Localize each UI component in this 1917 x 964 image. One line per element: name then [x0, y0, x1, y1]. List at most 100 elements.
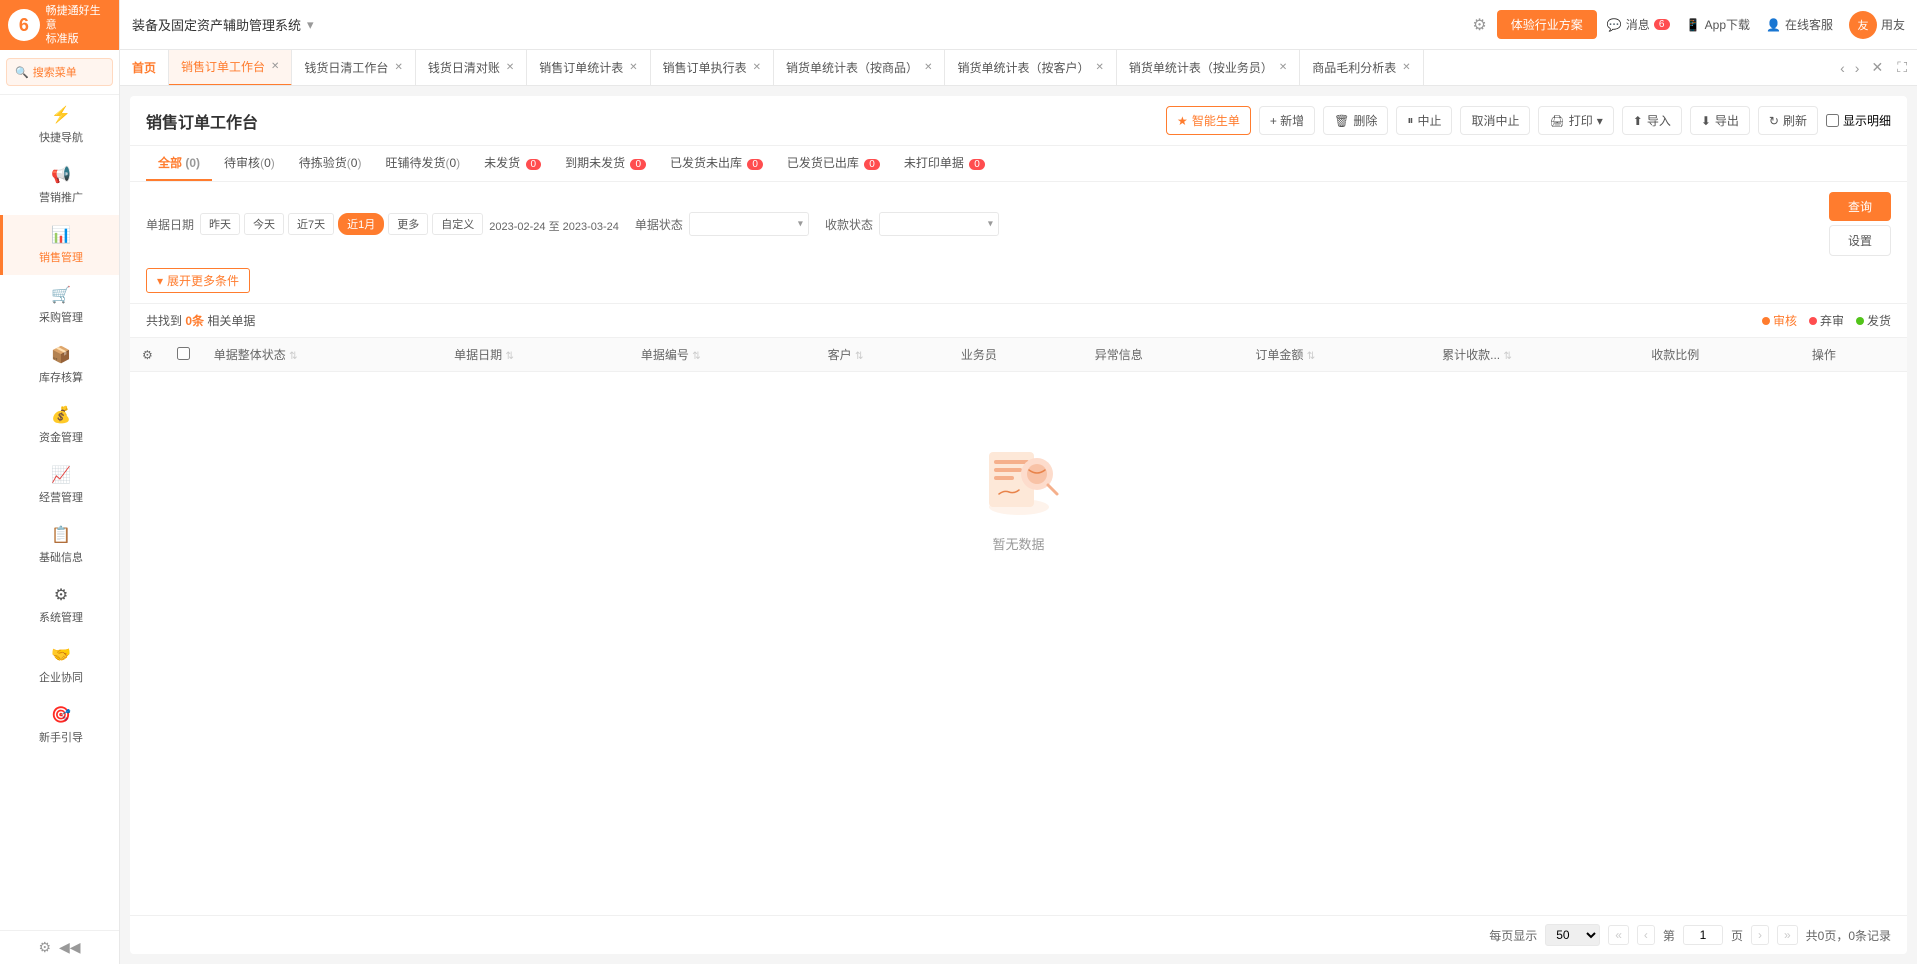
filter-tab-shipped-out[interactable]: 已发货已出库 0 [775, 146, 892, 181]
online-service-btn[interactable]: 👤 在线客服 [1766, 16, 1833, 33]
print-btn[interactable]: 🖨 打印 ▾ [1538, 106, 1613, 135]
date-btn-more[interactable]: 更多 [388, 213, 428, 235]
last-page-btn[interactable]: » [1777, 925, 1798, 945]
tab-cash-daily[interactable]: 钱货日清工作台 ✕ [292, 50, 415, 86]
filter-tab-all[interactable]: 全部 (0) [146, 146, 212, 181]
tab-sales-summary-customer[interactable]: 销货单统计表（按客户） ✕ [945, 50, 1116, 86]
tab-cash-reconcile[interactable]: 钱货日清对账 ✕ [416, 50, 527, 86]
page-input[interactable] [1683, 925, 1723, 945]
col-status-header[interactable]: 单据整体状态 [202, 338, 442, 372]
filter-tab-pending-review[interactable]: 待审核(0) [212, 146, 287, 181]
tab-sales-summary-product-close[interactable]: ✕ [924, 62, 932, 73]
tab-sales-stats[interactable]: 销售订单统计表 ✕ [527, 50, 650, 86]
marketing-icon: 📢 [51, 165, 71, 185]
suspend-btn[interactable]: ⏸ 中止 [1396, 106, 1452, 135]
system-dropdown-btn[interactable]: ▾ [307, 17, 314, 33]
sidebar-item-finance[interactable]: 💰 资金管理 [0, 395, 119, 455]
date-btn-7days[interactable]: 近7天 [288, 213, 334, 235]
col-config[interactable]: ⚙ [130, 338, 165, 372]
add-btn[interactable]: + 新增 [1259, 106, 1315, 135]
status-select[interactable] [689, 212, 809, 236]
message-btn[interactable]: 💬 消息 6 [1607, 16, 1670, 33]
tab-sales-summary-staff-close[interactable]: ✕ [1279, 62, 1287, 73]
smart-create-btn[interactable]: ★ 智能生单 [1166, 106, 1251, 135]
filter-tab-pending-check[interactable]: 待拣验货(0) [287, 146, 374, 181]
tab-home[interactable]: 首页 [120, 50, 169, 86]
date-btn-today[interactable]: 今天 [244, 213, 284, 235]
import-btn[interactable]: ⬆ 导入 [1622, 106, 1682, 135]
col-date-header[interactable]: 单据日期 [442, 338, 629, 372]
payment-select[interactable] [879, 212, 999, 236]
sidebar-item-enterprise[interactable]: 🤝 企业协同 [0, 635, 119, 695]
sidebar-settings-btn[interactable]: ⚙ [38, 939, 51, 956]
sidebar-item-quick-nav[interactable]: ⚡ 快捷导航 [0, 95, 119, 155]
filter-tab-not-shipped[interactable]: 未发货 0 [472, 146, 553, 181]
date-btn-custom[interactable]: 自定义 [432, 213, 483, 235]
date-btn-1month[interactable]: 近1月 [338, 213, 384, 235]
tab-sales-summary-customer-close[interactable]: ✕ [1095, 62, 1103, 73]
sidebar-item-guide[interactable]: 🎯 新手引导 [0, 695, 119, 755]
sidebar-item-purchase[interactable]: 🛒 采购管理 [0, 275, 119, 335]
show-detail-checkbox[interactable] [1826, 114, 1839, 127]
tab-sales-exec[interactable]: 销售订单执行表 ✕ [651, 50, 774, 86]
table-scroll[interactable]: ⚙ 单据整体状态 单据日期 [130, 338, 1907, 915]
industry-btn[interactable]: 体验行业方案 [1497, 10, 1597, 39]
col-customer-header[interactable]: 客户 [816, 338, 949, 372]
page-size-select[interactable]: 10 20 50 100 [1545, 924, 1600, 946]
col-amount-header[interactable]: 订单金额 [1243, 338, 1430, 372]
col-exception-header[interactable]: 异常信息 [1083, 338, 1244, 372]
delete-btn[interactable]: 🗑 删除 [1323, 106, 1388, 135]
tab-sales-workbench[interactable]: 销售订单工作台 ✕ [169, 50, 292, 86]
tab-gross-margin[interactable]: 商品毛利分析表 ✕ [1300, 50, 1423, 86]
query-btn[interactable]: 查询 [1829, 192, 1891, 221]
tab-cash-daily-close[interactable]: ✕ [394, 62, 402, 73]
tab-sales-stats-close[interactable]: ✕ [629, 62, 637, 73]
filter-tab-wangpu[interactable]: 旺铺待发货(0) [373, 146, 472, 181]
export-btn[interactable]: ⬇ 导出 [1690, 106, 1750, 135]
topbar-settings-btn[interactable]: ⚙ [1472, 15, 1486, 35]
tab-sales-summary-product[interactable]: 销货单统计表（按商品） ✕ [774, 50, 945, 86]
filter-settings-btn[interactable]: 设置 [1829, 225, 1891, 256]
col-collected-header[interactable]: 累计收款... [1430, 338, 1639, 372]
date-btn-yesterday[interactable]: 昨天 [200, 213, 240, 235]
filter-tab-shipped-not-out[interactable]: 已发货未出库 0 [658, 146, 775, 181]
sidebar-item-basic-info[interactable]: 📋 基础信息 [0, 515, 119, 575]
next-page-btn[interactable]: › [1751, 925, 1769, 945]
sales-icon: 📊 [51, 225, 71, 245]
user-menu-btn[interactable]: 友 用友 [1849, 11, 1905, 39]
col-checkbox-header[interactable] [165, 338, 202, 372]
batch-ship-btn[interactable]: 发货 [1856, 312, 1891, 329]
sidebar-item-inventory[interactable]: 📦 库存核算 [0, 335, 119, 395]
sidebar-item-operations[interactable]: 📈 经营管理 [0, 455, 119, 515]
filter-tab-overdue-ship[interactable]: 到期未发货 0 [553, 146, 658, 181]
tab-gross-margin-close[interactable]: ✕ [1402, 62, 1410, 73]
sidebar-item-system[interactable]: ⚙ 系统管理 [0, 575, 119, 635]
col-number-header[interactable]: 单据编号 [629, 338, 816, 372]
expand-conditions-btn[interactable]: ▾ 展开更多条件 [146, 268, 250, 293]
search-menu-button[interactable]: 🔍 搜索菜单 [6, 58, 113, 86]
col-staff-header[interactable]: 业务员 [949, 338, 1083, 372]
tab-sales-workbench-close[interactable]: ✕ [271, 61, 279, 72]
tab-expand-btn[interactable]: ⛶ [1891, 57, 1913, 78]
select-all-checkbox[interactable] [177, 347, 190, 360]
filter-tab-not-printed[interactable]: 未打印单据 0 [892, 146, 997, 181]
batch-cancel-btn[interactable]: 弃审 [1809, 312, 1844, 329]
app-download-btn[interactable]: 📱 App下载 [1686, 16, 1750, 33]
tab-cash-reconcile-close[interactable]: ✕ [506, 62, 514, 73]
sidebar-item-marketing[interactable]: 📢 营销推广 [0, 155, 119, 215]
system-icon: ⚙ [54, 585, 68, 605]
col-ratio-header[interactable]: 收款比例 [1639, 338, 1800, 372]
prev-page-btn[interactable]: ‹ [1637, 925, 1655, 945]
batch-review-btn[interactable]: 审核 [1762, 312, 1797, 329]
first-page-btn[interactable]: « [1608, 925, 1629, 945]
sidebar-collapse-btn[interactable]: ◀◀ [59, 939, 81, 956]
refresh-btn[interactable]: ↻ 刷新 [1758, 106, 1818, 135]
tab-close-all-btn[interactable]: ✕ [1865, 57, 1889, 78]
tab-sales-summary-staff[interactable]: 销货单统计表（按业务员） ✕ [1117, 50, 1300, 86]
cancel-suspend-btn[interactable]: 取消中止 [1460, 106, 1530, 135]
sidebar-item-sales[interactable]: 📊 销售管理 [0, 215, 119, 275]
tab-sales-exec-close[interactable]: ✕ [753, 62, 761, 73]
tab-next-btn[interactable]: › [1851, 58, 1864, 78]
show-detail-label[interactable]: 显示明细 [1826, 112, 1891, 129]
tab-prev-btn[interactable]: ‹ [1836, 58, 1849, 78]
